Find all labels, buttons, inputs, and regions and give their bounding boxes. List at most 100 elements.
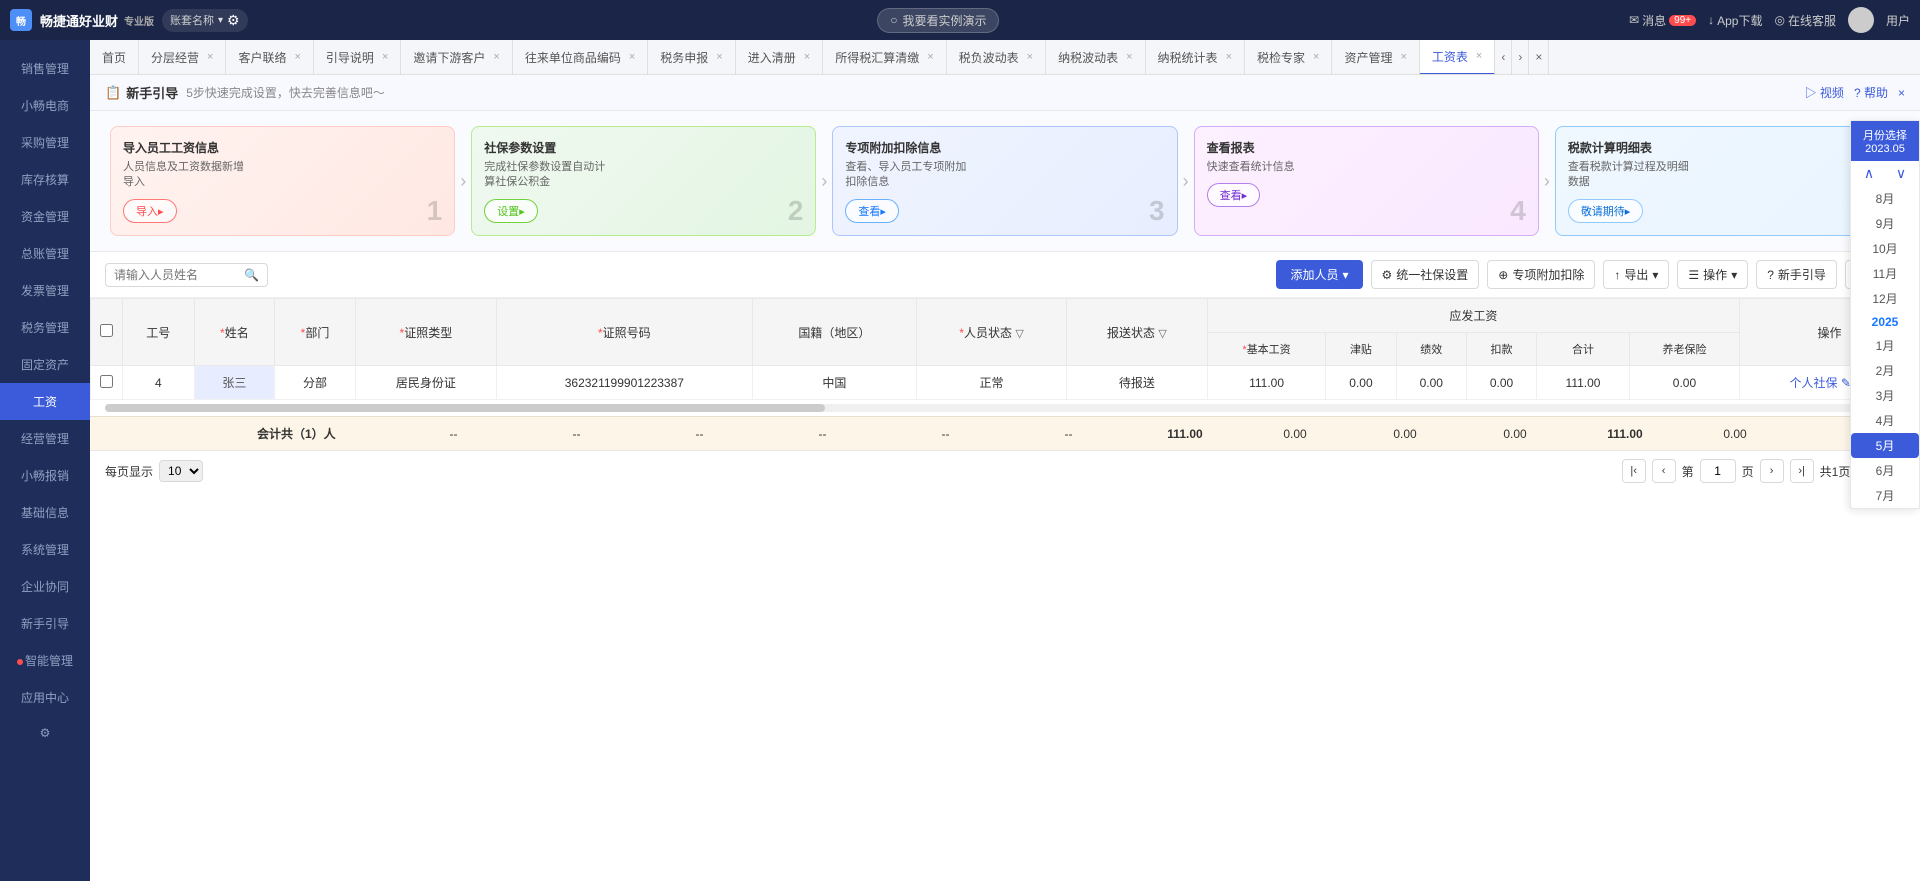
export-btn[interactable]: ↑ 导出 ▾ <box>1603 260 1669 289</box>
sidebar-item-finance[interactable]: 资金管理 <box>0 198 90 235</box>
sidebar-item-invoice[interactable]: 发票管理 <box>0 272 90 309</box>
close-product-icon[interactable]: × <box>629 51 635 63</box>
row-checkbox[interactable] <box>100 375 113 388</box>
tab-next-btn[interactable]: › <box>1512 40 1529 75</box>
year-2025-item[interactable]: 2025 <box>1851 311 1919 333</box>
close-tax-stat-icon[interactable]: × <box>1126 51 1132 63</box>
page-input[interactable] <box>1700 459 1736 483</box>
tab-invite[interactable]: 邀请下游客户× <box>401 40 512 75</box>
online-service-btn[interactable]: ◎ 在线客服 <box>1774 12 1836 29</box>
app-download-btn[interactable]: ↓ App下载 <box>1708 12 1762 29</box>
messages-btn[interactable]: ✉ 消息 99+ <box>1629 12 1696 29</box>
close-invite-icon[interactable]: × <box>493 51 499 63</box>
select-all-checkbox[interactable] <box>100 324 113 337</box>
tab-tax-report[interactable]: 税务申报× <box>648 40 735 75</box>
send-status-filter-icon[interactable]: ▽ <box>1158 328 1166 340</box>
close-tax-deduct-icon[interactable]: × <box>1027 51 1033 63</box>
step-2-btn[interactable]: 设置▸ <box>484 199 538 223</box>
sidebar-item-purchase[interactable]: 采购管理 <box>0 124 90 161</box>
user-name[interactable]: 用户 <box>1886 12 1910 29</box>
sidebar-item-guide[interactable]: 新手引导 <box>0 605 90 642</box>
personal-social-insurance-link[interactable]: 个人社保 <box>1790 376 1838 390</box>
month-item-3[interactable]: 3月 <box>1851 383 1919 408</box>
tab-close-all-btn[interactable]: × <box>1529 40 1549 75</box>
close-asset-icon[interactable]: × <box>1400 51 1406 63</box>
demo-search[interactable]: ○ 我要看实例演示 <box>877 8 999 33</box>
sidebar-item-salary[interactable]: 工资 <box>0 383 90 420</box>
user-avatar[interactable] <box>1848 7 1874 33</box>
close-ledger-icon[interactable]: × <box>804 51 810 63</box>
sidebar-item-ledger[interactable]: 总账管理 <box>0 235 90 272</box>
month-next-btn[interactable]: ∨ <box>1894 163 1908 184</box>
guide-close-btn[interactable]: × <box>1898 86 1905 100</box>
step-1-btn[interactable]: 导入▸ <box>123 199 177 223</box>
close-salary-icon[interactable]: × <box>1476 50 1482 62</box>
tab-prev-btn[interactable]: ‹ <box>1495 40 1512 75</box>
add-employee-btn[interactable]: 添加人员 ▾ <box>1276 260 1362 289</box>
close-tax-calc-icon[interactable]: × <box>927 51 933 63</box>
tab-home[interactable]: 首页 <box>90 40 139 75</box>
tab-tax-stat2[interactable]: 纳税统计表× <box>1146 40 1245 75</box>
step-5-btn[interactable]: 敬请期待▸ <box>1568 199 1644 223</box>
close-tax-expert-icon[interactable]: × <box>1313 51 1319 63</box>
help-link[interactable]: ? 帮助 <box>1854 84 1888 101</box>
sidebar-item-ecommerce[interactable]: 小畅电商 <box>0 87 90 124</box>
close-guide-icon[interactable]: × <box>382 51 388 63</box>
account-selector[interactable]: 账套名称 ▾ ⚙ <box>162 9 248 32</box>
month-item-12[interactable]: 12月 <box>1851 286 1919 311</box>
sidebar-item-app-center[interactable]: 应用中心 <box>0 679 90 716</box>
month-item-2[interactable]: 2月 <box>1851 358 1919 383</box>
month-item-9[interactable]: 9月 <box>1851 211 1919 236</box>
sidebar-item-cooperation[interactable]: 企业协同 <box>0 568 90 605</box>
tab-product-code[interactable]: 往来单位商品编码× <box>513 40 648 75</box>
unified-setting-btn[interactable]: ⚙ 统一社保设置 <box>1371 260 1480 289</box>
sidebar-item-inventory[interactable]: 库存核算 <box>0 161 90 198</box>
sidebar-item-smart[interactable]: 智能管理 <box>0 642 90 679</box>
sidebar-item-operations[interactable]: 经营管理 <box>0 420 90 457</box>
page-size-select[interactable]: 10 20 50 <box>159 460 203 482</box>
prev-page-btn[interactable]: ‹ <box>1652 459 1676 483</box>
close-customer-icon[interactable]: × <box>294 51 300 63</box>
close-tax-report-icon[interactable]: × <box>716 51 722 63</box>
step-4-btn[interactable]: 查看▸ <box>1207 183 1261 207</box>
first-page-btn[interactable]: |‹ <box>1622 459 1646 483</box>
tab-asset-mgmt[interactable]: 资产管理× <box>1332 40 1419 75</box>
sidebar-item-settings[interactable]: ⚙ <box>0 716 90 750</box>
month-item-6[interactable]: 6月 <box>1851 458 1919 483</box>
last-page-btn[interactable]: ›| <box>1790 459 1814 483</box>
close-stratified-icon[interactable]: × <box>207 51 213 63</box>
video-link[interactable]: ▷ 视频 <box>1805 84 1844 101</box>
tab-stratified[interactable]: 分层经营× <box>139 40 226 75</box>
step-3-btn[interactable]: 查看▸ <box>845 199 899 223</box>
status-filter-icon[interactable]: ▽ <box>1015 328 1023 340</box>
close-tax-stat2-icon[interactable]: × <box>1226 51 1232 63</box>
tab-tax-stat[interactable]: 纳税波动表× <box>1046 40 1145 75</box>
search-input[interactable] <box>114 268 244 282</box>
sidebar-item-assets[interactable]: 固定资产 <box>0 346 90 383</box>
search-icon[interactable]: 🔍 <box>244 268 259 282</box>
month-item-1[interactable]: 1月 <box>1851 333 1919 358</box>
tab-salary[interactable]: 工资表× <box>1420 40 1495 75</box>
sidebar-item-marketing[interactable]: 小畅报销 <box>0 457 90 494</box>
scrollbar-thumb[interactable] <box>105 404 825 412</box>
tab-tax-calc[interactable]: 所得税汇算清缴× <box>823 40 946 75</box>
month-item-11[interactable]: 11月 <box>1851 261 1919 286</box>
operations-btn[interactable]: ☰ 操作 ▾ <box>1677 260 1748 289</box>
month-item-8[interactable]: 8月 <box>1851 186 1919 211</box>
tab-customer[interactable]: 客户联络× <box>226 40 313 75</box>
next-page-btn[interactable]: › <box>1760 459 1784 483</box>
month-picker-header[interactable]: 月份选择 2023.05 <box>1851 121 1919 161</box>
special-deduct-btn[interactable]: ⊕ 专项附加扣除 <box>1487 260 1595 289</box>
month-prev-btn[interactable]: ∧ <box>1862 163 1876 184</box>
horizontal-scrollbar[interactable] <box>105 404 1905 412</box>
account-settings-icon[interactable]: ⚙ <box>227 12 240 29</box>
tab-tax-deduct[interactable]: 税负波动表× <box>947 40 1046 75</box>
month-item-5[interactable]: 5月 <box>1851 433 1919 458</box>
tab-guide[interactable]: 引导说明× <box>314 40 401 75</box>
month-item-4[interactable]: 4月 <box>1851 408 1919 433</box>
sidebar-item-tax[interactable]: 税务管理 <box>0 309 90 346</box>
new-guide-btn[interactable]: ? 新手引导 <box>1756 260 1837 289</box>
month-item-7[interactable]: 7月 <box>1851 483 1919 508</box>
sidebar-item-system[interactable]: 系统管理 <box>0 531 90 568</box>
sidebar-item-basic[interactable]: 基础信息 <box>0 494 90 531</box>
